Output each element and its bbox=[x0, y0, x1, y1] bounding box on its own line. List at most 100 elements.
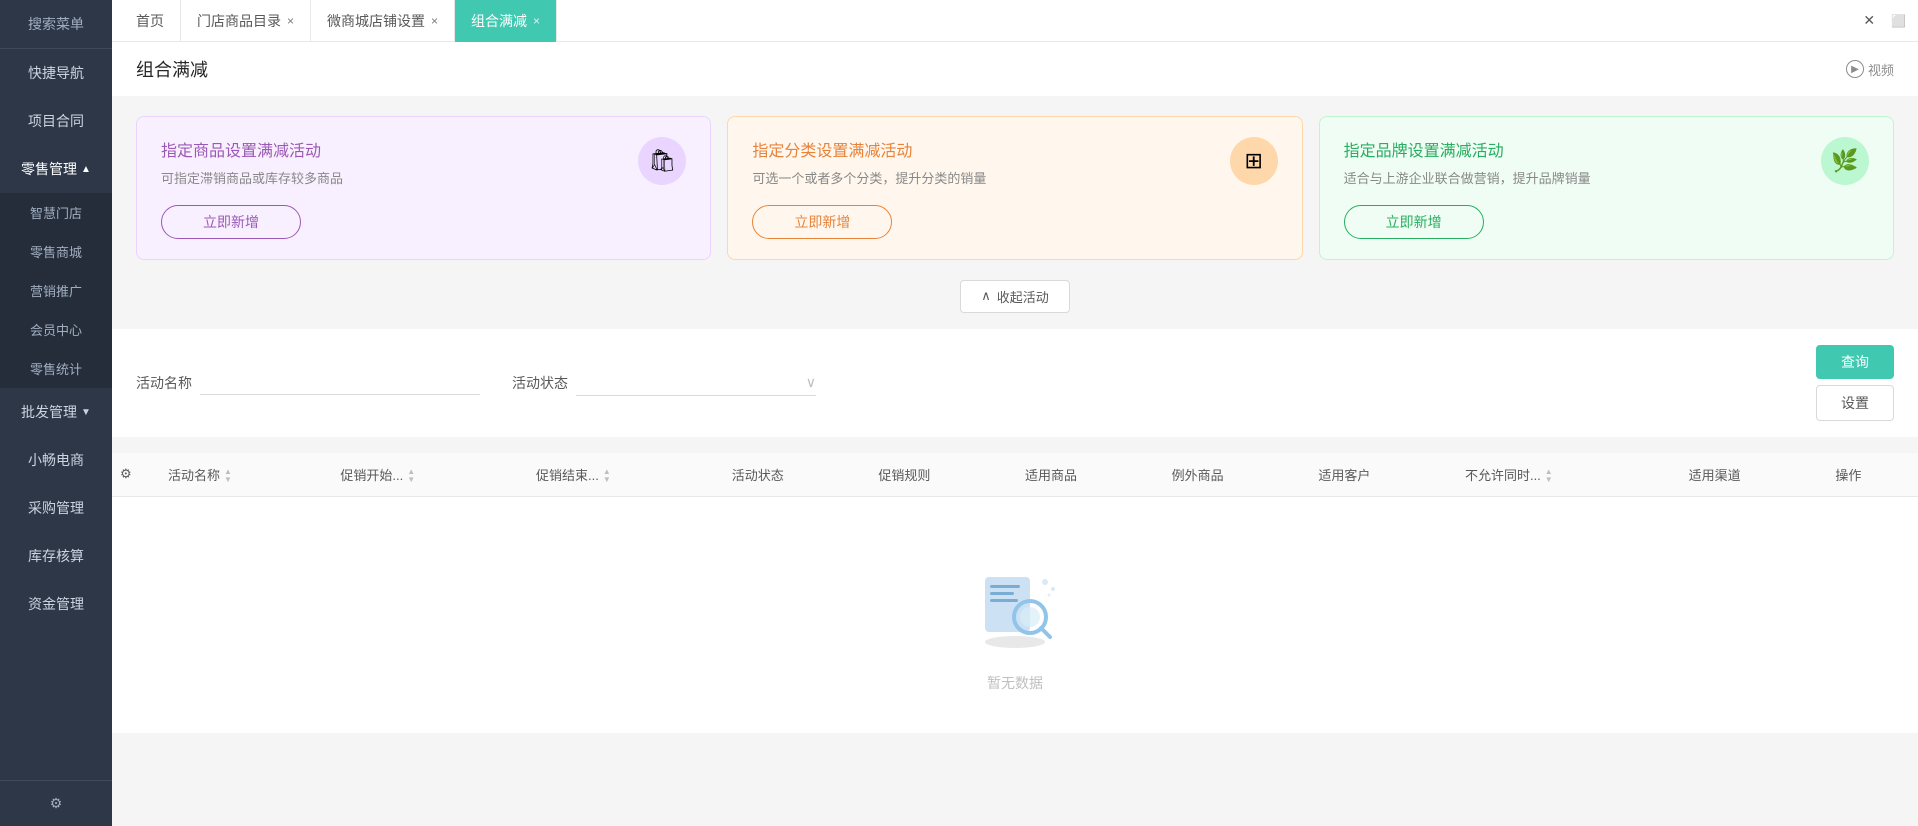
th-label-operation: 操作 bbox=[1835, 468, 1861, 483]
tab-bar: 首页 门店商品目录 × 微商城店铺设置 × 组合满减 × ✕ ⬜ bbox=[112, 0, 1918, 42]
promo-card-btn-specify-brand[interactable]: 立即新增 bbox=[1344, 205, 1484, 239]
tab-wechat-store-settings[interactable]: 微商城店铺设置 × bbox=[311, 0, 455, 42]
sidebar-sub-item-member-center[interactable]: 会员中心 bbox=[0, 310, 112, 349]
empty-state: 暂无数据 bbox=[112, 497, 1918, 733]
promo-card-btn-specify-goods[interactable]: 立即新增 bbox=[161, 205, 301, 239]
activity-status-select[interactable]: ∨ bbox=[576, 370, 816, 396]
sidebar-search[interactable]: 搜索菜单 bbox=[0, 0, 112, 49]
promo-card-desc-specify-category: 可选一个或者多个分类，提升分类的销量 bbox=[752, 169, 1277, 189]
tab-store-catalog[interactable]: 门店商品目录 × bbox=[181, 0, 311, 42]
activity-status-label: 活动状态 bbox=[512, 373, 568, 393]
promo-card-icon-specify-goods: 🛍 bbox=[638, 137, 686, 185]
table-header: ⚙活动名称▲▼促销开始...▲▼促销结束...▲▼活动状态促销规则适用商品例外商… bbox=[112, 453, 1918, 497]
th-label-activity-name: 活动名称 bbox=[168, 468, 220, 483]
tab-label-home: 首页 bbox=[136, 11, 164, 31]
sort-arrows-promo-end[interactable]: ▲▼ bbox=[603, 468, 611, 484]
th-applicable-customer: 适用客户 bbox=[1310, 453, 1457, 497]
empty-illustration bbox=[965, 557, 1065, 657]
promo-card-specify-goods: 指定商品设置满减活动可指定滞销商品或库存较多商品🛍立即新增 bbox=[136, 116, 711, 260]
table-gear-icon[interactable]: ⚙ bbox=[120, 466, 132, 481]
filter-section: 活动名称 活动状态 ∨ 查询 设置 bbox=[112, 329, 1918, 437]
sidebar-item-project-contract[interactable]: 项目合同 bbox=[0, 97, 112, 145]
sidebar-sub-item-smart-store[interactable]: 智慧门店 bbox=[0, 193, 112, 232]
th-label-applicable-customer: 适用客户 bbox=[1318, 468, 1370, 483]
th-label-activity-status: 活动状态 bbox=[732, 468, 784, 483]
chevron-icon: ▲ bbox=[81, 164, 91, 175]
tab-label-wechat-store-settings: 微商城店铺设置 bbox=[327, 11, 425, 31]
sidebar-item-xiaoqi-ecommerce[interactable]: 小畅电商 bbox=[0, 436, 112, 484]
promo-card-btn-specify-category[interactable]: 立即新增 bbox=[752, 205, 892, 239]
tab-label-store-catalog: 门店商品目录 bbox=[197, 11, 281, 31]
sidebar-sub-item-retail-stats[interactable]: 零售统计 bbox=[0, 349, 112, 388]
sort-arrows-not-allow-concurrent[interactable]: ▲▼ bbox=[1545, 468, 1553, 484]
promo-card-icon-specify-brand: 🌿 bbox=[1821, 137, 1869, 185]
sort-arrows-promo-start[interactable]: ▲▼ bbox=[407, 468, 415, 484]
sidebar-item-capital-mgmt[interactable]: 资金管理 bbox=[0, 580, 112, 628]
filter-activity-status: 活动状态 ∨ bbox=[512, 370, 816, 396]
collapse-btn-label: 收起活动 bbox=[997, 287, 1049, 306]
sidebar-sub-item-retail-mall[interactable]: 零售商城 bbox=[0, 232, 112, 271]
collapse-bar: ∧ 收起活动 bbox=[136, 272, 1894, 329]
gear-icon: ⚙ bbox=[50, 795, 63, 811]
th-activity-name[interactable]: 活动名称 ▲▼ bbox=[160, 453, 332, 497]
settings-btn[interactable]: 设置 bbox=[1816, 385, 1894, 421]
tab-close-icon-store-catalog[interactable]: × bbox=[287, 14, 294, 28]
th-activity-status: 活动状态 bbox=[724, 453, 871, 497]
page-title: 组合满减 bbox=[136, 56, 208, 82]
th-gear: ⚙ bbox=[112, 453, 160, 497]
promo-card-desc-specify-goods: 可指定滞销商品或库存较多商品 bbox=[161, 169, 686, 189]
th-label-applicable-goods: 适用商品 bbox=[1025, 468, 1077, 483]
th-exception-goods: 例外商品 bbox=[1164, 453, 1311, 497]
content-area: 组合满减 ▶ 视频 指定商品设置满减活动可指定滞销商品或库存较多商品🛍立即新增指… bbox=[112, 42, 1918, 826]
activity-name-label: 活动名称 bbox=[136, 373, 192, 393]
promo-cards-container: 指定商品设置满减活动可指定滞销商品或库存较多商品🛍立即新增指定分类设置满减活动可… bbox=[136, 116, 1894, 260]
table-section: ⚙活动名称▲▼促销开始...▲▼促销结束...▲▼活动状态促销规则适用商品例外商… bbox=[112, 453, 1918, 734]
sort-arrows-activity-name[interactable]: ▲▼ bbox=[224, 468, 232, 484]
close-window-btn[interactable]: ✕ bbox=[1859, 8, 1879, 33]
th-not-allow-concurrent[interactable]: 不允许同时... ▲▼ bbox=[1457, 453, 1681, 497]
th-label-promo-start: 促销开始... bbox=[340, 468, 403, 483]
th-promo-end[interactable]: 促销结束...▲▼ bbox=[528, 453, 724, 497]
collapse-activities-btn[interactable]: ∧ 收起活动 bbox=[960, 280, 1070, 313]
th-operation: 操作 bbox=[1827, 453, 1918, 497]
sidebar-item-purchase-mgmt[interactable]: 采购管理 bbox=[0, 484, 112, 532]
sidebar-item-retail-mgmt[interactable]: 零售管理▲ bbox=[0, 145, 112, 193]
th-applicable-channel: 适用渠道 bbox=[1681, 453, 1828, 497]
th-applicable-goods: 适用商品 bbox=[1017, 453, 1164, 497]
th-label-applicable-channel: 适用渠道 bbox=[1689, 468, 1741, 483]
maximize-window-btn[interactable]: ⬜ bbox=[1887, 10, 1910, 32]
tab-bar-right: ✕ ⬜ bbox=[1859, 8, 1910, 33]
th-promo-start[interactable]: 促销开始... ▲▼ bbox=[332, 453, 528, 497]
sidebar-item-wholesale-mgmt[interactable]: 批发管理▼ bbox=[0, 388, 112, 436]
table-wrapper: ⚙活动名称▲▼促销开始...▲▼促销结束...▲▼活动状态促销规则适用商品例外商… bbox=[112, 453, 1918, 498]
sidebar-settings-btn[interactable]: ⚙ bbox=[0, 780, 112, 826]
video-link[interactable]: ▶ 视频 bbox=[1846, 60, 1894, 79]
promo-card-specify-category: 指定分类设置满减活动可选一个或者多个分类，提升分类的销量⊞立即新增 bbox=[727, 116, 1302, 260]
promo-card-title-specify-brand: 指定品牌设置满减活动 bbox=[1344, 137, 1869, 161]
tab-close-icon-wechat-store-settings[interactable]: × bbox=[431, 14, 438, 28]
promo-card-title-specify-category: 指定分类设置满减活动 bbox=[752, 137, 1277, 161]
sidebar-item-quick-nav[interactable]: 快捷导航 bbox=[0, 49, 112, 97]
sidebar-item-inventory-calc[interactable]: 库存核算 bbox=[0, 532, 112, 580]
th-promo-rules: 促销规则 bbox=[870, 453, 1017, 497]
tab-home[interactable]: 首页 bbox=[120, 0, 181, 42]
empty-text: 暂无数据 bbox=[987, 673, 1043, 693]
th-label-promo-rules: 促销规则 bbox=[878, 468, 930, 483]
play-icon: ▶ bbox=[1846, 60, 1864, 78]
sidebar: 搜索菜单 快捷导航项目合同零售管理▲智慧门店零售商城营销推广会员中心零售统计批发… bbox=[0, 0, 112, 826]
tab-close-icon-combo-discount[interactable]: × bbox=[533, 14, 540, 28]
tab-combo-discount[interactable]: 组合满减 × bbox=[455, 0, 557, 42]
sidebar-sub-item-marketing[interactable]: 营销推广 bbox=[0, 271, 112, 310]
th-label-exception-goods: 例外商品 bbox=[1172, 468, 1224, 483]
chevron-icon: ▼ bbox=[81, 407, 91, 418]
promo-card-desc-specify-brand: 适合与上游企业联合做营销，提升品牌销量 bbox=[1344, 169, 1869, 189]
main-area: 首页门店商品目录×微商城店铺设置×组合满减× ✕ ⬜ 组合满减 ▶ 视频 指定商… bbox=[112, 0, 1918, 826]
chevron-down-icon: ∨ bbox=[806, 374, 816, 391]
activity-name-input[interactable] bbox=[200, 370, 480, 395]
filter-activity-name: 活动名称 bbox=[136, 370, 480, 395]
th-label-not-allow-concurrent: 不允许同时... bbox=[1465, 468, 1541, 483]
query-btn[interactable]: 查询 bbox=[1816, 345, 1894, 379]
filter-actions: 查询 设置 bbox=[1816, 345, 1894, 421]
promo-card-specify-brand: 指定品牌设置满减活动适合与上游企业联合做营销，提升品牌销量🌿 立即新增 bbox=[1319, 116, 1894, 260]
tab-label-combo-discount: 组合满减 bbox=[471, 11, 527, 31]
